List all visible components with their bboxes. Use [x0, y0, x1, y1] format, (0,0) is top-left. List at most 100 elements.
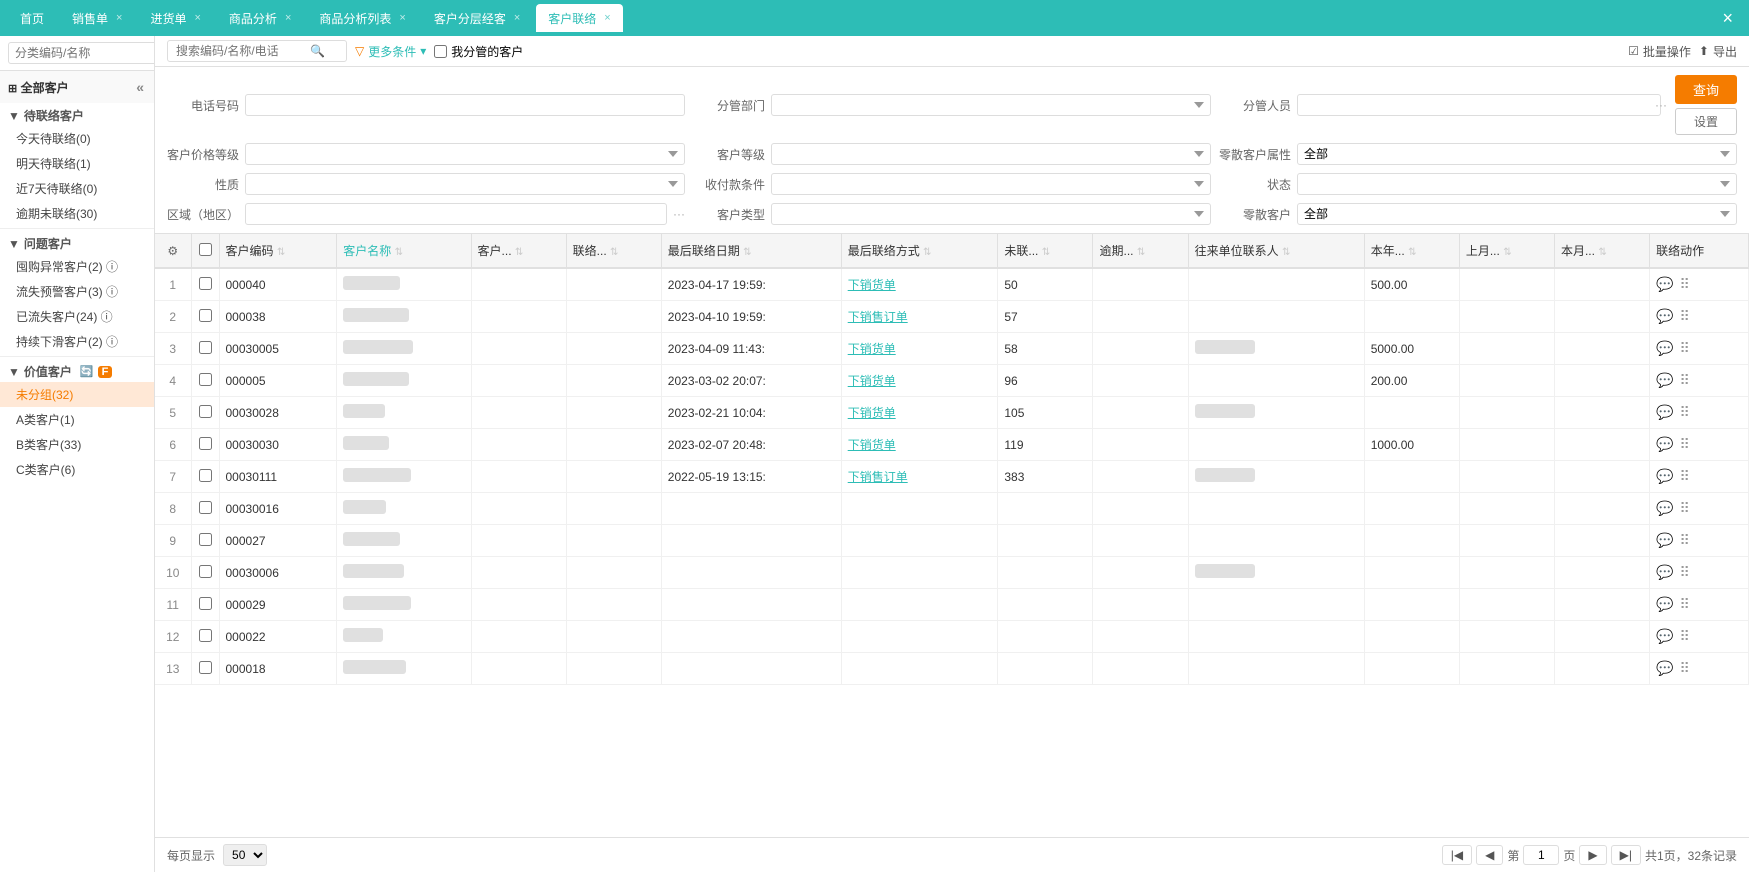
sidebar-group-pending[interactable]: ▼ 待联络客户	[0, 103, 154, 126]
collapse-icon[interactable]: «	[134, 77, 146, 97]
method-link[interactable]: 下销售订单	[848, 470, 908, 484]
payment-select[interactable]	[771, 173, 1211, 195]
nav-home[interactable]: 首页	[8, 4, 56, 32]
more-actions-icon[interactable]: ⠿	[1680, 660, 1690, 677]
retail-attr-select[interactable]: 全部	[1297, 143, 1737, 165]
person-input[interactable]	[1297, 94, 1661, 116]
per-page-select[interactable]: 50	[223, 844, 267, 866]
method-link[interactable]: 下销货单	[848, 342, 896, 356]
more-actions-icon[interactable]: ⠿	[1680, 372, 1690, 389]
more-actions-icon[interactable]: ⠿	[1680, 436, 1690, 453]
close-window-button[interactable]: ×	[1714, 8, 1741, 29]
row-checkbox[interactable]	[199, 277, 212, 290]
nav-tab-product-list[interactable]: 商品分析列表 ×	[307, 4, 417, 32]
chat-icon[interactable]: 💬	[1656, 500, 1673, 517]
more-actions-icon[interactable]: ⠿	[1680, 340, 1690, 357]
batch-ops-button[interactable]: ☑ 批量操作	[1628, 43, 1691, 60]
my-customers-checkbox[interactable]	[434, 45, 447, 58]
chat-icon[interactable]: 💬	[1656, 532, 1673, 549]
row-checkbox[interactable]	[199, 437, 212, 450]
my-customers-filter[interactable]: 我分管的客户	[434, 43, 523, 60]
more-actions-icon[interactable]: ⠿	[1680, 500, 1690, 517]
next-page-button[interactable]: ▶	[1579, 845, 1606, 865]
chat-icon[interactable]: 💬	[1656, 628, 1673, 645]
more-actions-icon[interactable]: ⠿	[1680, 564, 1690, 581]
region-input[interactable]	[245, 203, 667, 225]
last-page-button[interactable]: ▶|	[1611, 845, 1641, 865]
chat-icon[interactable]: 💬	[1656, 372, 1673, 389]
method-link[interactable]: 下销货单	[848, 374, 896, 388]
sidebar-item-tomorrow[interactable]: 明天待联络(1)	[0, 151, 154, 176]
row-checkbox[interactable]	[199, 405, 212, 418]
first-page-button[interactable]: |◀	[1442, 845, 1472, 865]
nav-tab-customer-layer[interactable]: 客户分层经客 ×	[422, 4, 532, 32]
reset-button[interactable]: 设置	[1675, 108, 1737, 135]
row-checkbox[interactable]	[199, 565, 212, 578]
table-settings-button[interactable]: ⚙	[155, 234, 191, 268]
sidebar-item-class-a[interactable]: A类客户(1)	[0, 407, 154, 432]
chat-icon[interactable]: 💬	[1656, 596, 1673, 613]
row-checkbox[interactable]	[199, 533, 212, 546]
close-icon[interactable]: ×	[285, 12, 291, 24]
sidebar-item-churn-warning[interactable]: 流失预警客户(3) ⓘ	[0, 279, 154, 304]
select-all-checkbox[interactable]	[199, 243, 212, 256]
row-checkbox[interactable]	[199, 661, 212, 674]
chat-icon[interactable]: 💬	[1656, 436, 1673, 453]
row-checkbox[interactable]	[199, 469, 212, 482]
nav-tab-customer-contact[interactable]: 客户联络 ×	[536, 4, 622, 32]
close-icon[interactable]: ×	[604, 12, 610, 24]
chat-icon[interactable]: 💬	[1656, 468, 1673, 485]
customer-type-select[interactable]	[771, 203, 1211, 225]
sidebar-item-class-c[interactable]: C类客户(6)	[0, 457, 154, 482]
sidebar-group-problem[interactable]: ▼ 问题客户	[0, 231, 154, 254]
nature-select[interactable]	[245, 173, 685, 195]
dept-select[interactable]	[771, 94, 1211, 116]
chat-icon[interactable]: 💬	[1656, 276, 1673, 293]
method-link[interactable]: 下销货单	[848, 406, 896, 420]
all-customers-header[interactable]: ⊞ 全部客户 «	[0, 71, 154, 103]
sidebar-item-churned[interactable]: 已流失客户(24) ⓘ	[0, 304, 154, 329]
row-checkbox[interactable]	[199, 597, 212, 610]
more-actions-icon[interactable]: ⠿	[1680, 276, 1690, 293]
query-button[interactable]: 查询	[1675, 75, 1737, 104]
prev-page-button[interactable]: ◀	[1476, 845, 1503, 865]
chat-icon[interactable]: 💬	[1656, 660, 1673, 677]
sidebar-item-today[interactable]: 今天待联络(0)	[0, 126, 154, 151]
region-dots-button[interactable]: ···	[673, 207, 685, 221]
method-link[interactable]: 下销售订单	[848, 310, 908, 324]
sidebar-group-value[interactable]: ▼ 价值客户 🔄 F	[0, 359, 154, 382]
category-search-input[interactable]	[8, 42, 155, 64]
more-actions-icon[interactable]: ⠿	[1680, 596, 1690, 613]
sidebar-item-class-b[interactable]: B类客户(33)	[0, 432, 154, 457]
main-search-input[interactable]	[176, 44, 306, 58]
more-actions-icon[interactable]: ⠿	[1680, 308, 1690, 325]
search-icon[interactable]: 🔍	[310, 44, 325, 58]
row-checkbox[interactable]	[199, 501, 212, 514]
page-number-input[interactable]	[1523, 845, 1559, 865]
method-link[interactable]: 下销货单	[848, 278, 896, 292]
nav-tab-product-analysis[interactable]: 商品分析 ×	[217, 4, 303, 32]
sidebar-item-declining[interactable]: 持续下滑客户(2) ⓘ	[0, 329, 154, 354]
chat-icon[interactable]: 💬	[1656, 404, 1673, 421]
sidebar-item-7days[interactable]: 近7天待联络(0)	[0, 176, 154, 201]
more-actions-icon[interactable]: ⠿	[1680, 532, 1690, 549]
more-actions-icon[interactable]: ⠿	[1680, 404, 1690, 421]
nav-tab-sales[interactable]: 销售单 ×	[60, 4, 134, 32]
more-actions-icon[interactable]: ⠿	[1680, 468, 1690, 485]
status-select[interactable]	[1297, 173, 1737, 195]
close-icon[interactable]: ×	[116, 12, 122, 24]
sidebar-item-abnormal[interactable]: 囤购异常客户(2) ⓘ	[0, 254, 154, 279]
close-icon[interactable]: ×	[399, 12, 405, 24]
close-icon[interactable]: ×	[194, 12, 200, 24]
more-actions-icon[interactable]: ⠿	[1680, 628, 1690, 645]
method-link[interactable]: 下销货单	[848, 438, 896, 452]
sidebar-item-ungrouped[interactable]: 未分组(32)	[0, 382, 154, 407]
chat-icon[interactable]: 💬	[1656, 340, 1673, 357]
chat-icon[interactable]: 💬	[1656, 564, 1673, 581]
nav-tab-purchase[interactable]: 进货单 ×	[138, 4, 212, 32]
price-level-select[interactable]	[245, 143, 685, 165]
person-dots-button[interactable]: ···	[1655, 98, 1667, 112]
phone-input[interactable]	[245, 94, 685, 116]
table-select-all[interactable]	[191, 234, 219, 268]
row-checkbox[interactable]	[199, 373, 212, 386]
